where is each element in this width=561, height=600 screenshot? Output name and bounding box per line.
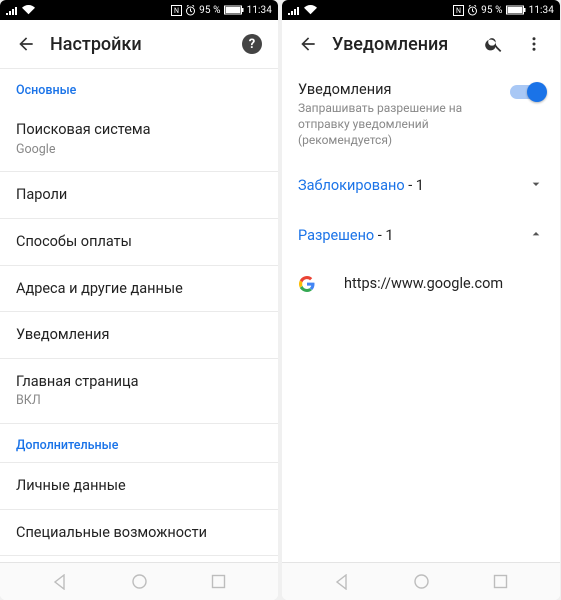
- page-title: Настройки: [46, 34, 232, 55]
- blocked-count: - 1: [405, 177, 424, 194]
- nav-bar: [282, 562, 560, 600]
- status-bar: N 95 % 11:34: [0, 0, 278, 20]
- nav-back-button[interactable]: [40, 564, 80, 600]
- row-payments[interactable]: Способы оплаты: [0, 219, 278, 266]
- blocked-label: Заблокировано: [298, 177, 405, 194]
- more-vert-icon: [525, 35, 543, 53]
- help-icon: ?: [242, 34, 262, 54]
- row-notifications[interactable]: Уведомления: [0, 312, 278, 359]
- google-favicon-icon: [298, 275, 316, 293]
- overflow-button[interactable]: [514, 24, 554, 64]
- svg-text:N: N: [456, 7, 461, 15]
- page-title: Уведомления: [328, 34, 474, 55]
- search-icon: [484, 34, 504, 54]
- row-accessibility[interactable]: Специальные возможности: [0, 510, 278, 557]
- row-personal-data[interactable]: Личные данные: [0, 462, 278, 510]
- search-button[interactable]: [474, 24, 514, 64]
- row-addresses[interactable]: Адреса и другие данные: [0, 266, 278, 313]
- row-label: Личные данные: [16, 476, 262, 496]
- battery-percent: 95 %: [481, 5, 502, 16]
- signal-icon: [288, 5, 300, 15]
- svg-text:N: N: [174, 7, 179, 15]
- nfc-icon: N: [453, 5, 464, 16]
- row-value: Google: [16, 142, 262, 159]
- nav-back-button[interactable]: [322, 564, 362, 600]
- row-label: Пароли: [16, 185, 262, 205]
- battery-icon: [224, 5, 244, 15]
- nav-recent-button[interactable]: [199, 564, 239, 600]
- chevron-up-icon: [528, 226, 544, 246]
- row-label: Специальные возможности: [16, 523, 262, 543]
- blocked-section[interactable]: Заблокировано - 1: [282, 161, 560, 211]
- status-bar: N 95 % 11:34: [282, 0, 560, 20]
- alarm-icon: [185, 5, 196, 16]
- row-label: Адреса и другие данные: [16, 279, 262, 299]
- nfc-icon: N: [171, 5, 182, 16]
- battery-icon: [506, 5, 526, 15]
- wifi-icon: [304, 5, 317, 15]
- notifications-switch[interactable]: [510, 85, 544, 99]
- allowed-label: Разрешено: [298, 227, 374, 244]
- row-label: Уведомления: [16, 325, 262, 345]
- nav-recent-button[interactable]: [481, 564, 521, 600]
- allowed-site-row[interactable]: https://www.google.com: [282, 261, 560, 307]
- allowed-section[interactable]: Разрешено - 1: [282, 211, 560, 261]
- row-search-engine[interactable]: Поисковая система Google: [0, 107, 278, 172]
- settings-list: Основные Поисковая система Google Пароли…: [0, 69, 278, 562]
- battery-percent: 95 %: [199, 5, 220, 16]
- signal-icon: [6, 5, 18, 15]
- clock: 11:34: [247, 5, 272, 16]
- row-passwords[interactable]: Пароли: [0, 172, 278, 219]
- phone-left: N 95 % 11:34 Настройки ? Основные Поиско…: [0, 0, 278, 600]
- row-homepage[interactable]: Главная страница ВКЛ: [0, 359, 278, 424]
- back-button[interactable]: [6, 24, 46, 64]
- app-bar: Уведомления: [282, 20, 560, 68]
- section-heading-advanced: Дополнительные: [0, 424, 278, 462]
- wifi-icon: [22, 5, 35, 15]
- row-label: Главная страница: [16, 372, 262, 392]
- switch-knob: [527, 82, 547, 102]
- phone-right: N 95 % 11:34 Уведомления Уведомления: [282, 0, 560, 600]
- alarm-icon: [467, 5, 478, 16]
- back-button[interactable]: [288, 24, 328, 64]
- help-button[interactable]: ?: [232, 24, 272, 64]
- row-label: Способы оплаты: [16, 232, 262, 252]
- notification-settings: Уведомления Запрашивать разрешение на от…: [282, 68, 560, 562]
- chevron-down-icon: [528, 176, 544, 196]
- nav-home-button[interactable]: [401, 564, 441, 600]
- nav-home-button[interactable]: [119, 564, 159, 600]
- site-url: https://www.google.com: [344, 275, 503, 292]
- app-bar: Настройки ?: [0, 20, 278, 68]
- nav-bar: [0, 562, 278, 600]
- clock: 11:34: [529, 5, 554, 16]
- section-heading-basic: Основные: [0, 69, 278, 107]
- notif-description: Запрашивать разрешение на отправку уведо…: [298, 100, 498, 149]
- row-label: Поисковая система: [16, 120, 262, 140]
- allowed-count: - 1: [374, 227, 393, 244]
- row-value: ВКЛ: [16, 393, 262, 410]
- notifications-toggle-row[interactable]: Уведомления Запрашивать разрешение на от…: [282, 68, 560, 161]
- notif-heading: Уведомления: [298, 81, 498, 98]
